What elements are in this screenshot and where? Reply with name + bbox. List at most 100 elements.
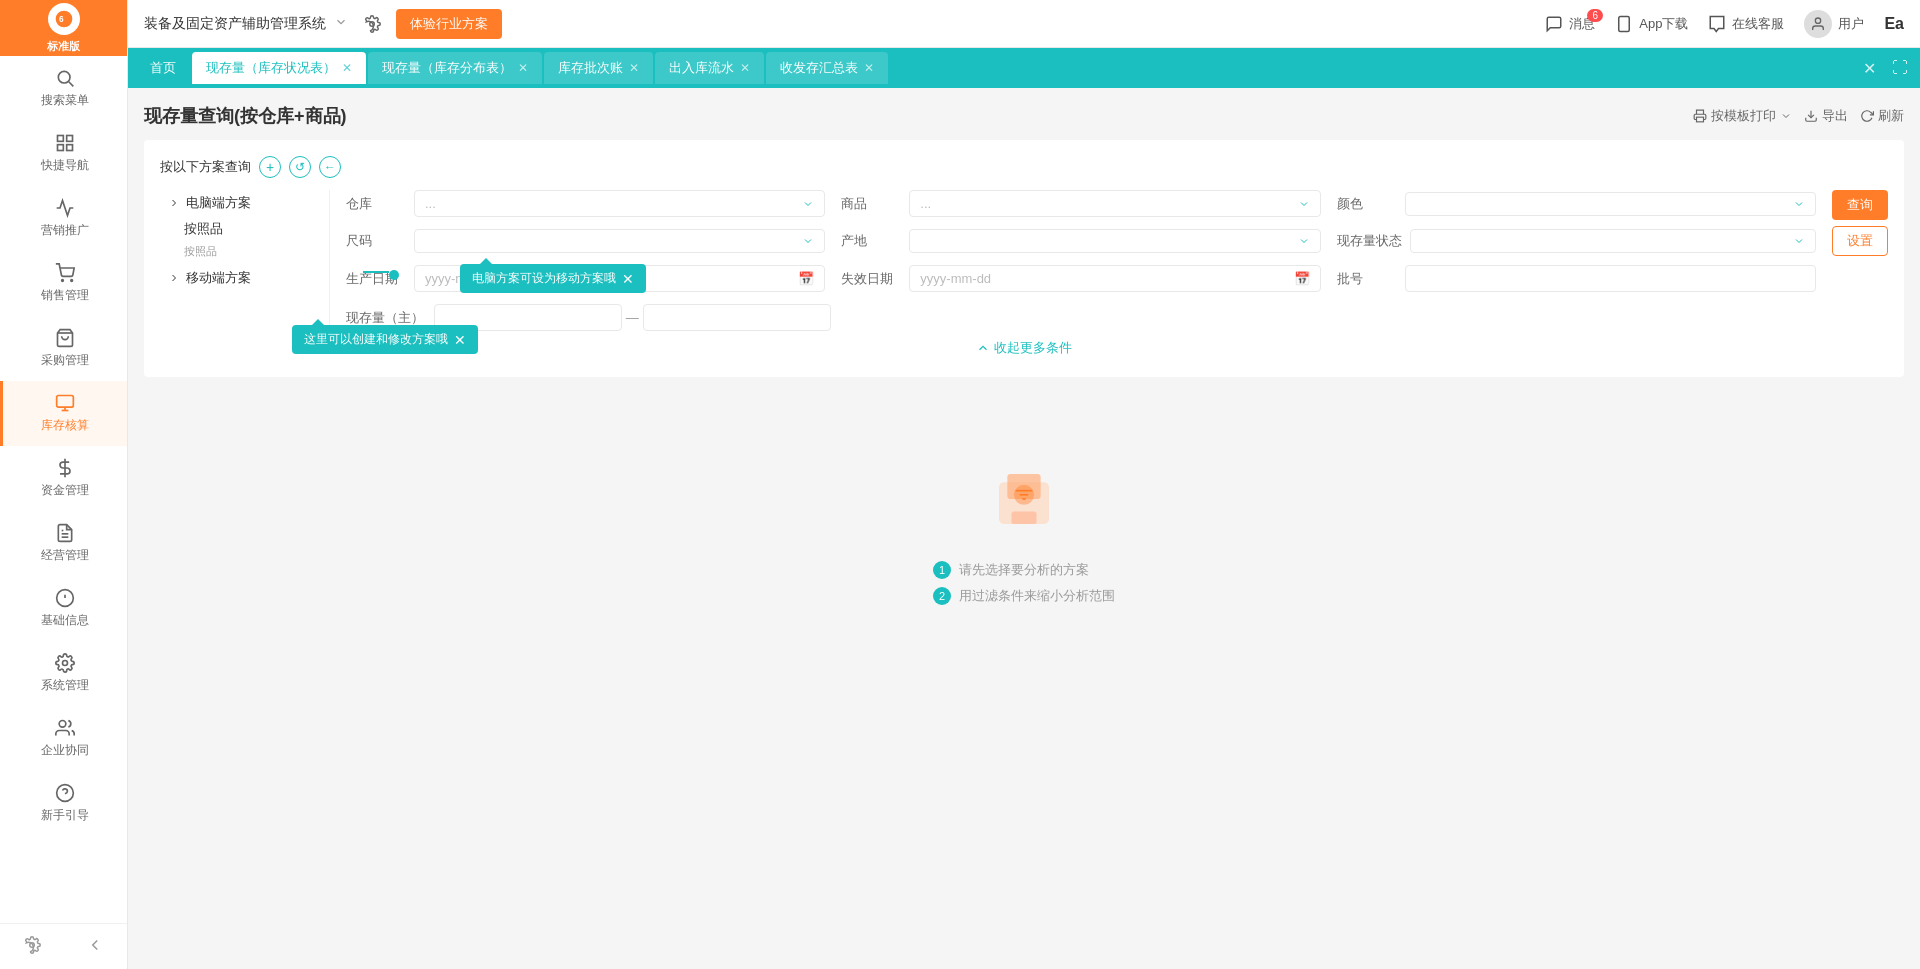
sidebar-item-basicinfo[interactable]: 基础信息 (0, 576, 127, 641)
filter-arrow-btn[interactable]: ← (319, 156, 341, 178)
tab-close-icon[interactable]: ✕ (629, 61, 639, 75)
tooltip-create-close[interactable]: ✕ (454, 332, 466, 348)
app-logo: 6 标准版 (0, 0, 127, 56)
header-left: 装备及固定资产辅助管理系统 体验行业方案 (144, 8, 502, 40)
app-download-label: App下载 (1639, 15, 1688, 33)
filter-add-btn[interactable]: + (259, 156, 281, 178)
filter-label: 按以下方案查询 (160, 158, 251, 176)
expire-date-placeholder: yyyy-mm-dd (920, 271, 991, 286)
stock-status-select[interactable] (1410, 229, 1816, 253)
scheme-sub-item-anzhaopin[interactable]: 按照品 (160, 216, 317, 242)
size-label: 尺码 (346, 232, 406, 250)
sidebar-item-guide[interactable]: 新手引导 (0, 771, 127, 836)
online-support-btn[interactable]: 在线客服 (1708, 15, 1784, 33)
tooltip-create-text: 这里可以创建和修改方案哦 (304, 331, 448, 348)
stock-status-label: 现存量状态 (1337, 232, 1402, 250)
tab-batch-account[interactable]: 库存批次账 ✕ (544, 52, 653, 84)
title-actions: 按模板打印 导出 刷新 (1693, 107, 1904, 125)
svg-point-28 (1816, 18, 1821, 23)
industry-btn[interactable]: 体验行业方案 (396, 9, 502, 39)
search-buttons: 查询 设置 (1832, 190, 1888, 331)
tab-bar: 首页 现存量（库存状况表） ✕ 现存量（库存分布表） ✕ 库存批次账 ✕ 出入库… (128, 48, 1920, 88)
sidebar-item-purchase[interactable]: 采购管理 (0, 316, 127, 381)
svg-text:6: 6 (59, 14, 64, 24)
tab-inout-flow[interactable]: 出入库流水 ✕ (655, 52, 764, 84)
export-btn[interactable]: 导出 (1804, 107, 1848, 125)
svg-rect-5 (67, 136, 73, 142)
svg-rect-29 (1697, 117, 1704, 122)
color-select[interactable] (1405, 192, 1816, 216)
origin-select[interactable] (909, 229, 1320, 253)
sidebar-item-operations[interactable]: 经营管理 (0, 511, 127, 576)
sidebar-item-marketing[interactable]: 营销推广 (0, 186, 127, 251)
tooltip-pc-close[interactable]: ✕ (622, 271, 634, 287)
top-header: 装备及固定资产辅助管理系统 体验行业方案 消息 6 App下载 在线客服 (128, 0, 1920, 48)
warehouse-field: 仓库 ... (346, 190, 825, 217)
stock-main-to[interactable] (643, 304, 831, 331)
tab-fullscreen-btn[interactable]: ⛶ (1888, 59, 1912, 77)
scheme-tree: 电脑端方案 按照品 按照品 移动端方案 (160, 190, 330, 331)
print-btn[interactable]: 按模板打印 (1693, 107, 1792, 125)
sidebar-item-enterprise[interactable]: 企业协同 (0, 706, 127, 771)
system-dropdown-icon[interactable] (334, 15, 348, 32)
settings-icon[interactable] (23, 936, 41, 957)
logo-icon: 6 (48, 3, 80, 35)
empty-state: 1 请先选择要分析的方案 2 用过滤条件来缩小分析范围 (144, 389, 1904, 665)
refresh-btn[interactable]: 刷新 (1860, 107, 1904, 125)
hint-num-2: 2 (933, 587, 951, 605)
empty-hints: 1 请先选择要分析的方案 2 用过滤条件来缩小分析范围 (933, 561, 1115, 605)
settings-page-btn[interactable]: 设置 (1832, 226, 1888, 256)
svg-point-9 (71, 280, 73, 282)
sidebar-item-label: 系统管理 (41, 677, 89, 694)
expire-date-input[interactable]: yyyy-mm-dd 📅 (909, 265, 1320, 292)
size-select[interactable] (414, 229, 825, 253)
tab-home[interactable]: 首页 (136, 52, 190, 84)
connector-dot (389, 270, 399, 280)
user-btn[interactable]: 用户 (1804, 10, 1864, 38)
filter-row-4: 现存量（主） — (346, 304, 1816, 331)
filter-refresh-btn[interactable]: ↺ (289, 156, 311, 178)
color-label: 颜色 (1337, 195, 1397, 213)
sidebar-item-finance[interactable]: 资金管理 (0, 446, 127, 511)
tab-inventory-status[interactable]: 现存量（库存状况表） ✕ (192, 52, 366, 84)
sidebar-item-inventory[interactable]: 库存核算 (0, 381, 127, 446)
search-btn[interactable]: 查询 (1832, 190, 1888, 220)
extra-text: Ea (1884, 15, 1904, 33)
tab-inventory-dist[interactable]: 现存量（库存分布表） ✕ (368, 52, 542, 84)
settings-icon-btn[interactable] (356, 8, 388, 40)
scheme-tree-pc[interactable]: 电脑端方案 (160, 190, 317, 216)
main-area: 装备及固定资产辅助管理系统 体验行业方案 消息 6 App下载 在线客服 (128, 0, 1920, 969)
stock-main-range: — (434, 304, 831, 331)
tab-receive-summary[interactable]: 收发存汇总表 ✕ (766, 52, 888, 84)
sidebar-bottom (0, 923, 127, 969)
tab-close-icon[interactable]: ✕ (518, 61, 528, 75)
header-right: 消息 6 App下载 在线客服 用户 Ea (1545, 10, 1904, 38)
sidebar-item-quicknav[interactable]: 快捷导航 (0, 121, 127, 186)
sidebar-item-search[interactable]: 搜索菜单 (0, 56, 127, 121)
tab-close-icon[interactable]: ✕ (864, 61, 874, 75)
warehouse-select[interactable]: ... (414, 190, 825, 217)
batch-no-input[interactable] (1405, 265, 1816, 292)
svg-point-21 (59, 721, 66, 728)
tab-close-icon[interactable]: ✕ (740, 61, 750, 75)
warehouse-placeholder: ... (425, 196, 436, 211)
tooltip-scheme-create: 这里可以创建和修改方案哦 ✕ (292, 325, 478, 354)
goods-select[interactable]: ... (909, 190, 1320, 217)
filter-row-2: 尺码 产地 (346, 229, 1816, 253)
messages-btn[interactable]: 消息 6 (1545, 15, 1595, 33)
color-field: 颜色 (1337, 192, 1816, 216)
svg-point-20 (63, 661, 68, 666)
filter-row-1: 仓库 ... 商品 ... (346, 190, 1816, 217)
collapse-sidebar-btn[interactable] (86, 936, 104, 957)
scheme-tree-mobile[interactable]: 移动端方案 (160, 265, 317, 291)
sidebar-item-label: 搜索菜单 (41, 92, 89, 109)
empty-hint-1: 1 请先选择要分析的方案 (933, 561, 1115, 579)
svg-rect-37 (1012, 512, 1037, 525)
tab-close-all-btn[interactable]: ✕ (1859, 59, 1880, 78)
app-download-btn[interactable]: App下载 (1615, 15, 1688, 33)
tab-label: 收发存汇总表 (780, 59, 858, 77)
sidebar-item-sales[interactable]: 销售管理 (0, 251, 127, 316)
sidebar-item-label: 营销推广 (41, 222, 89, 239)
tab-close-icon[interactable]: ✕ (342, 61, 352, 75)
sidebar-item-system[interactable]: 系统管理 (0, 641, 127, 706)
